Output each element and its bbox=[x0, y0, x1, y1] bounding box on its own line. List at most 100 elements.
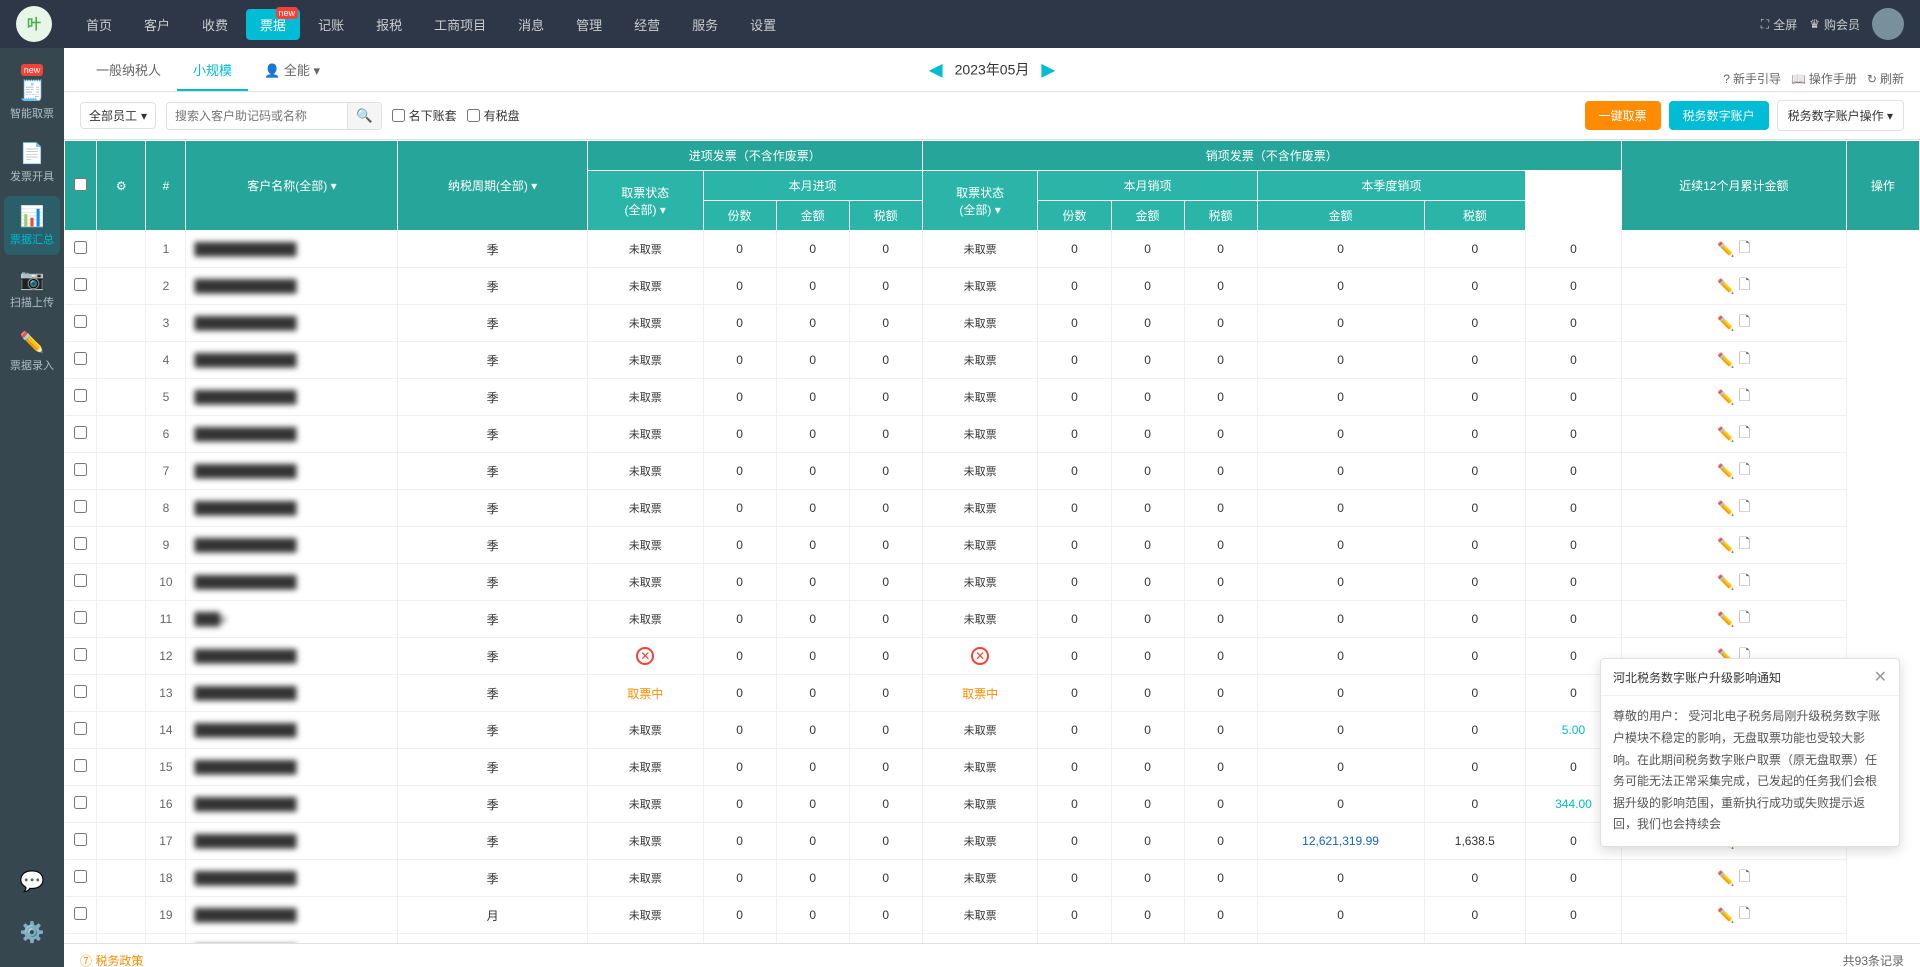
nav-customer[interactable]: 客户 bbox=[130, 9, 184, 40]
row-checkbox[interactable] bbox=[74, 870, 87, 883]
row-checkbox-cell bbox=[65, 305, 97, 342]
sidebar-item-invoice-entry[interactable]: ✏️ 票据录入 bbox=[4, 322, 60, 381]
row-checkbox[interactable] bbox=[74, 315, 87, 328]
nav-operation[interactable]: 经营 bbox=[620, 9, 674, 40]
row-checkbox[interactable] bbox=[74, 611, 87, 624]
sidebar-item-settings[interactable]: ⚙️ bbox=[4, 912, 60, 955]
row-checkbox[interactable] bbox=[74, 685, 87, 698]
edit-icon[interactable]: ✏️ bbox=[1717, 500, 1734, 517]
nav-message[interactable]: 消息 bbox=[504, 9, 558, 40]
tab-general-taxpayer[interactable]: 一般纳税人 bbox=[80, 50, 177, 91]
search-input[interactable] bbox=[167, 105, 347, 127]
th-in-status: 取票状态(全部) ▾ bbox=[587, 171, 703, 231]
edit-icon[interactable]: ✏️ bbox=[1717, 463, 1734, 480]
tab-all[interactable]: 👤 全能 ▾ bbox=[248, 50, 336, 91]
search-button[interactable]: 🔍 bbox=[347, 103, 381, 129]
row-checkbox[interactable] bbox=[74, 352, 87, 365]
edit-icon[interactable]: ✏️ bbox=[1717, 537, 1734, 554]
sidebar-item-message[interactable]: 💬 bbox=[4, 861, 60, 904]
row-checkbox[interactable] bbox=[74, 241, 87, 254]
edit-icon[interactable]: ✏️ bbox=[1717, 352, 1734, 369]
checkbox-sub-account[interactable]: 名下账套 bbox=[392, 107, 457, 124]
copy-icon[interactable]: 🗋 bbox=[1739, 385, 1750, 409]
copy-icon[interactable]: 🗋 bbox=[1739, 570, 1750, 594]
copy-icon[interactable]: 🗋 bbox=[1739, 459, 1750, 483]
edit-icon[interactable]: ✏️ bbox=[1717, 574, 1734, 591]
row-checkbox[interactable] bbox=[74, 574, 87, 587]
fullscreen-button[interactable]: ⛶ 全屏 bbox=[1761, 16, 1797, 33]
edit-icon[interactable]: ✏️ bbox=[1717, 907, 1734, 924]
copy-icon[interactable]: 🗋 bbox=[1739, 533, 1750, 557]
table-row: 8 ████████████ 季 未取票 0 0 0 未取票 0 0 0 0 0… bbox=[65, 490, 1920, 527]
row-checkbox[interactable] bbox=[74, 759, 87, 772]
nav-accounting[interactable]: 记账 bbox=[304, 9, 358, 40]
vip-button[interactable]: ♛ 购会员 bbox=[1809, 16, 1860, 33]
row-checkbox[interactable] bbox=[74, 463, 87, 476]
sub-account-checkbox[interactable] bbox=[392, 109, 405, 122]
nav-service[interactable]: 服务 bbox=[678, 9, 732, 40]
copy-icon[interactable]: 🗋 bbox=[1739, 237, 1750, 261]
sidebar-item-scan-upload[interactable]: 📷 扫描上传 bbox=[4, 259, 60, 318]
copy-icon[interactable]: 🗋 bbox=[1739, 348, 1750, 372]
yearly-amount[interactable]: 344.00 bbox=[1555, 797, 1592, 811]
row-checkbox[interactable] bbox=[74, 833, 87, 846]
copy-icon[interactable]: 🗋 bbox=[1739, 940, 1750, 943]
prev-period-button[interactable]: ◀ bbox=[929, 59, 943, 80]
refresh-button[interactable]: ↻ 刷新 bbox=[1867, 70, 1904, 87]
nav-home[interactable]: 首页 bbox=[72, 9, 126, 40]
row-checkbox[interactable] bbox=[74, 389, 87, 402]
copy-icon[interactable]: 🗋 bbox=[1739, 274, 1750, 298]
select-all-checkbox[interactable] bbox=[74, 178, 87, 191]
nav-invoice[interactable]: 票据 new bbox=[246, 9, 300, 40]
copy-icon[interactable]: 🗋 bbox=[1739, 866, 1750, 890]
tax-policy-link[interactable]: ⑦ 税务政策 bbox=[80, 952, 143, 967]
client-name-text: ████████████ bbox=[194, 242, 296, 256]
nav-fee[interactable]: 收费 bbox=[188, 9, 242, 40]
row-checkbox[interactable] bbox=[74, 907, 87, 920]
employee-select[interactable]: 全部员工 ▾ bbox=[80, 102, 156, 129]
tax-digital-account-action-button[interactable]: 税务数字账户操作 ▾ bbox=[1777, 100, 1904, 131]
edit-icon[interactable]: ✏️ bbox=[1717, 870, 1734, 887]
tab-small-scale[interactable]: 小规模 bbox=[177, 50, 248, 91]
tax-device-checkbox[interactable] bbox=[467, 109, 480, 122]
one-click-invoice-button[interactable]: 一键取票 bbox=[1585, 101, 1661, 130]
nav-settings[interactable]: 设置 bbox=[736, 9, 790, 40]
row-checkbox[interactable] bbox=[74, 426, 87, 439]
tax-digital-account-button[interactable]: 税务数字账户 bbox=[1669, 101, 1769, 130]
user-avatar[interactable] bbox=[1872, 8, 1904, 40]
notification-close-button[interactable]: ✕ bbox=[1874, 667, 1887, 687]
out-status-cell: 未取票 bbox=[922, 342, 1038, 379]
nav-tax[interactable]: 报税 bbox=[362, 9, 416, 40]
edit-icon[interactable]: ✏️ bbox=[1717, 611, 1734, 628]
next-period-button[interactable]: ▶ bbox=[1041, 59, 1055, 80]
nav-manage[interactable]: 管理 bbox=[562, 9, 616, 40]
copy-icon[interactable]: 🗋 bbox=[1739, 311, 1750, 335]
manual-button[interactable]: 📖 操作手册 bbox=[1791, 70, 1857, 87]
copy-icon[interactable]: 🗋 bbox=[1739, 496, 1750, 520]
edit-icon[interactable]: ✏️ bbox=[1717, 389, 1734, 406]
edit-icon[interactable]: ✏️ bbox=[1717, 315, 1734, 332]
in-status-cell: 未取票 bbox=[587, 749, 703, 786]
tax-period: 季 bbox=[398, 527, 587, 564]
copy-icon[interactable]: 🗋 bbox=[1739, 607, 1750, 631]
in-status-label: 未取票 bbox=[629, 429, 662, 441]
row-checkbox[interactable] bbox=[74, 796, 87, 809]
edit-icon[interactable]: ✏️ bbox=[1717, 241, 1734, 258]
sidebar-item-invoice-summary[interactable]: 📊 票据汇总 bbox=[4, 196, 60, 255]
checkbox-tax-device[interactable]: 有税盘 bbox=[467, 107, 520, 124]
edit-icon[interactable]: ✏️ bbox=[1717, 278, 1734, 295]
new-guide-button[interactable]: ? 新手引导 bbox=[1723, 70, 1781, 87]
yearly-amount[interactable]: 5.00 bbox=[1562, 723, 1585, 737]
nav-business[interactable]: 工商项目 bbox=[420, 9, 500, 40]
sidebar-item-invoice-open[interactable]: 📄 发票开具 bbox=[4, 133, 60, 192]
copy-icon[interactable]: 🗋 bbox=[1739, 903, 1750, 927]
edit-icon[interactable]: ✏️ bbox=[1717, 426, 1734, 443]
row-checkbox[interactable] bbox=[74, 500, 87, 513]
copy-icon[interactable]: 🗋 bbox=[1739, 422, 1750, 446]
sidebar-item-smart-invoice[interactable]: new 🧾 智能取票 bbox=[4, 56, 60, 129]
row-checkbox[interactable] bbox=[74, 722, 87, 735]
row-checkbox[interactable] bbox=[74, 648, 87, 661]
row-checkbox[interactable] bbox=[74, 537, 87, 550]
in-tax: 0 bbox=[849, 268, 922, 305]
row-checkbox[interactable] bbox=[74, 278, 87, 291]
